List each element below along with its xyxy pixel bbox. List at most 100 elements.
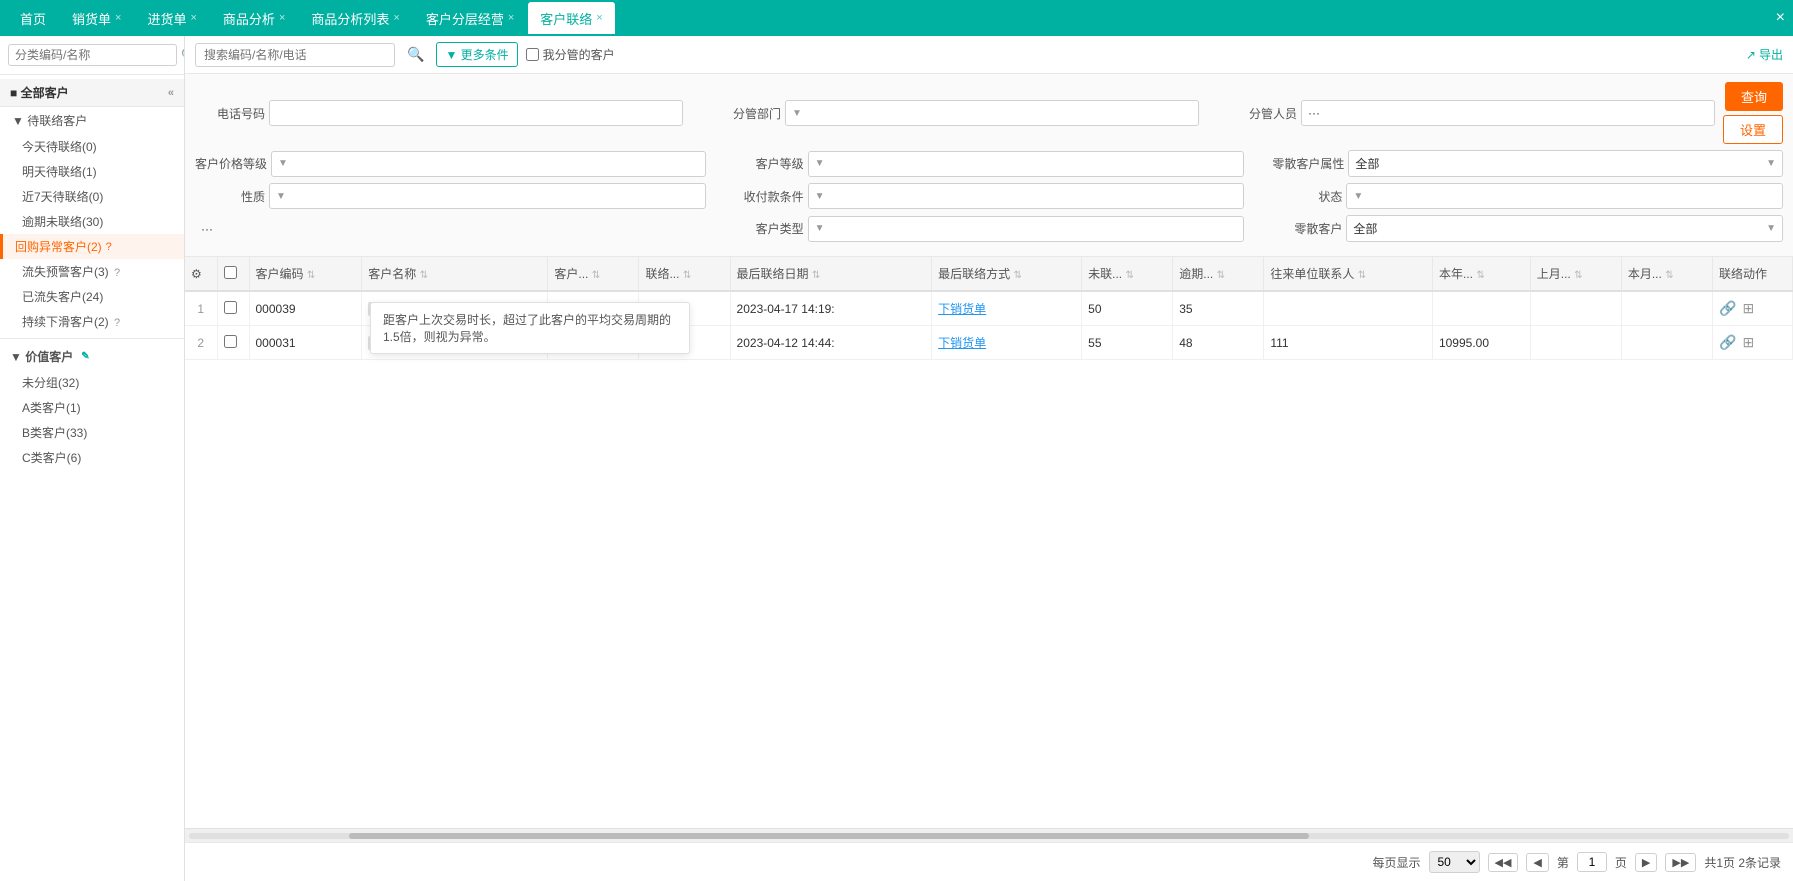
nav-tab-customer-contact[interactable]: 客户联络 ×: [528, 2, 614, 34]
lost-predict-help-icon[interactable]: ?: [114, 267, 120, 279]
query-button[interactable]: 查询: [1725, 82, 1783, 111]
th-last-method[interactable]: 最后联络方式 ⇅: [932, 257, 1082, 291]
row-2-this-year: 10995.00: [1432, 326, 1530, 360]
more-conditions-button[interactable]: ▼ 更多条件: [436, 42, 517, 67]
my-customers-checkbox-area[interactable]: 我分管的客户: [526, 46, 615, 63]
next-page-button[interactable]: ▶: [1635, 853, 1657, 872]
th-contact[interactable]: 联络... ⇅: [639, 257, 730, 291]
th-this-month[interactable]: 本月... ⇅: [1621, 257, 1712, 291]
adv-field-nature-input[interactable]: ▼: [269, 183, 706, 209]
per-page-select[interactable]: 50 20 100: [1429, 851, 1480, 873]
sidebar-item-today[interactable]: 今天待联络(0): [0, 134, 184, 159]
filter-search-button[interactable]: 🔍: [403, 44, 428, 65]
adv-filter-row-1: 电话号码 分管部门 ▼ 分管人员 ··· 查询 设置: [195, 82, 1783, 144]
th-contact-person[interactable]: 往来单位联系人 ⇅: [1264, 257, 1433, 291]
row-2-code: 000031: [249, 326, 362, 360]
th-last-month[interactable]: 上月... ⇅: [1530, 257, 1621, 291]
row-1-method-link[interactable]: 下销货单: [938, 302, 986, 316]
row-1-last-method[interactable]: 下销货单: [932, 291, 1082, 326]
export-button[interactable]: ↗ 导出: [1746, 46, 1783, 63]
sidebar-pending-group: ▼ 待联络客户 今天待联络(0) 明天待联络(1) 近7天待联络(0) 逾期未联…: [0, 107, 184, 234]
settings-button[interactable]: 设置: [1723, 115, 1783, 144]
last-page-button[interactable]: ▶▶: [1665, 853, 1696, 872]
th-no-contact[interactable]: 未联... ⇅: [1082, 257, 1173, 291]
row-2-last-method[interactable]: 下销货单: [932, 326, 1082, 360]
sidebar-item-continuous-decline[interactable]: 持续下滑客户(2) ?: [0, 309, 184, 334]
horizontal-scrollbar[interactable]: [185, 828, 1793, 842]
th-last-date[interactable]: 最后联络日期 ⇅: [730, 257, 932, 291]
nav-tab-purchase[interactable]: 进货单 ×: [135, 2, 208, 34]
nav-tab-sales-close[interactable]: ×: [115, 12, 121, 24]
help-icon[interactable]: ?: [106, 241, 112, 253]
nav-tab-customer-contact-close[interactable]: ×: [596, 12, 602, 24]
nav-tab-purchase-close[interactable]: ×: [190, 12, 196, 24]
th-settings[interactable]: ⚙: [185, 257, 217, 291]
row-2-checkbox[interactable]: [224, 335, 237, 348]
adv-field-ellipsis-input[interactable]: ···: [195, 216, 706, 242]
nav-tab-home[interactable]: 首页: [8, 2, 58, 34]
adv-filter-row-4: ··· 客户类型 ▼ 零散客户 全部 ▼: [195, 215, 1783, 242]
th-type[interactable]: 客户... ⇅: [548, 257, 639, 291]
row-1-grid-icon[interactable]: ⊞: [1742, 300, 1754, 317]
adv-field-customer-type-input[interactable]: ▼: [808, 216, 1245, 242]
prev-page-button[interactable]: ◀: [1526, 853, 1548, 872]
adv-field-phone-input[interactable]: [269, 100, 683, 126]
adv-field-payment-input[interactable]: ▼: [808, 183, 1245, 209]
scroll-thumb[interactable]: [349, 833, 1309, 839]
nav-tab-customer-layers[interactable]: 客户分层经营 ×: [414, 2, 526, 34]
row-1-link-icon[interactable]: 🔗: [1719, 300, 1736, 317]
sidebar-item-lost-predict[interactable]: 流失预警客户(3) ?: [0, 259, 184, 284]
adv-field-customer-level-input[interactable]: ▼: [808, 151, 1245, 177]
row-1-overdue: 35: [1173, 291, 1264, 326]
page-input[interactable]: [1577, 852, 1607, 872]
adv-field-status-input[interactable]: ▼: [1346, 183, 1783, 209]
nav-tab-analysis-list-close[interactable]: ×: [393, 12, 399, 24]
my-customers-checkbox[interactable]: [526, 48, 539, 61]
adv-field-nature: 性质 ▼: [195, 183, 706, 209]
adv-field-scatter-attr-input[interactable]: 全部 ▼: [1348, 150, 1783, 177]
nav-tab-analysis-close[interactable]: ×: [279, 12, 285, 24]
nav-tab-analysis[interactable]: 商品分析 ×: [211, 2, 297, 34]
adv-field-customer-level-label: 客户等级: [734, 155, 804, 172]
sidebar-value-group[interactable]: ▼ 价值客户 ✎: [0, 343, 184, 370]
nav-tab-sales[interactable]: 销货单 ×: [60, 2, 133, 34]
sidebar-item-c-class[interactable]: C类客户(6): [0, 445, 184, 470]
adv-field-dept-input[interactable]: ▼: [785, 100, 1199, 126]
sidebar-item-a-class[interactable]: A类客户(1): [0, 395, 184, 420]
nav-tab-customer-layers-close[interactable]: ×: [508, 12, 514, 24]
row-2-method-link[interactable]: 下销货单: [938, 336, 986, 350]
row-1-checkbox[interactable]: [224, 301, 237, 314]
th-name[interactable]: 客户名称 ⇅: [362, 257, 548, 291]
decline-help-icon[interactable]: ?: [114, 317, 120, 329]
row-2-link-icon[interactable]: 🔗: [1719, 334, 1736, 351]
sidebar-item-7days[interactable]: 近7天待联络(0): [0, 184, 184, 209]
adv-field-manager-input[interactable]: ···: [1301, 100, 1715, 126]
th-this-year[interactable]: 本年... ⇅: [1432, 257, 1530, 291]
sidebar-item-b-class[interactable]: B类客户(33): [0, 420, 184, 445]
scroll-track[interactable]: [189, 833, 1789, 839]
nav-tab-analysis-list[interactable]: 商品分析列表 ×: [299, 2, 411, 34]
sidebar-item-overdue[interactable]: 逾期未联络(30): [0, 209, 184, 234]
sidebar-search-input[interactable]: [8, 44, 177, 66]
adv-field-scatter-input[interactable]: 全部 ▼: [1346, 215, 1783, 242]
th-code[interactable]: 客户编码 ⇅: [249, 257, 362, 291]
adv-field-ellipsis: ···: [195, 216, 706, 242]
window-close-button[interactable]: ×: [1776, 9, 1785, 27]
ellipsis-text: ···: [201, 222, 213, 236]
filter-search-input[interactable]: [195, 43, 395, 67]
sidebar-item-ungroup[interactable]: 未分组(32): [0, 370, 184, 395]
first-page-button[interactable]: ◀◀: [1488, 853, 1519, 872]
value-group-edit-icon[interactable]: ✎: [81, 351, 89, 362]
sidebar-pending-group-title[interactable]: ▼ 待联络客户: [0, 107, 184, 134]
adv-field-price-level-input[interactable]: ▼: [271, 151, 706, 177]
th-overdue[interactable]: 逾期... ⇅: [1173, 257, 1264, 291]
adv-field-dept-label: 分管部门: [711, 105, 781, 122]
sidebar-item-tomorrow[interactable]: 明天待联络(1): [0, 159, 184, 184]
adv-field-payment: 收付款条件 ▼: [734, 183, 1245, 209]
sidebar-all-customers[interactable]: ■ 全部客户 «: [0, 79, 184, 107]
row-2-grid-icon[interactable]: ⊞: [1742, 334, 1754, 351]
select-all-checkbox[interactable]: [224, 266, 237, 279]
sidebar-item-abnormal[interactable]: 回购异常客户(2) ?: [0, 234, 184, 259]
sidebar-collapse-btn[interactable]: «: [168, 87, 174, 99]
sidebar-item-lost[interactable]: 已流失客户(24): [0, 284, 184, 309]
